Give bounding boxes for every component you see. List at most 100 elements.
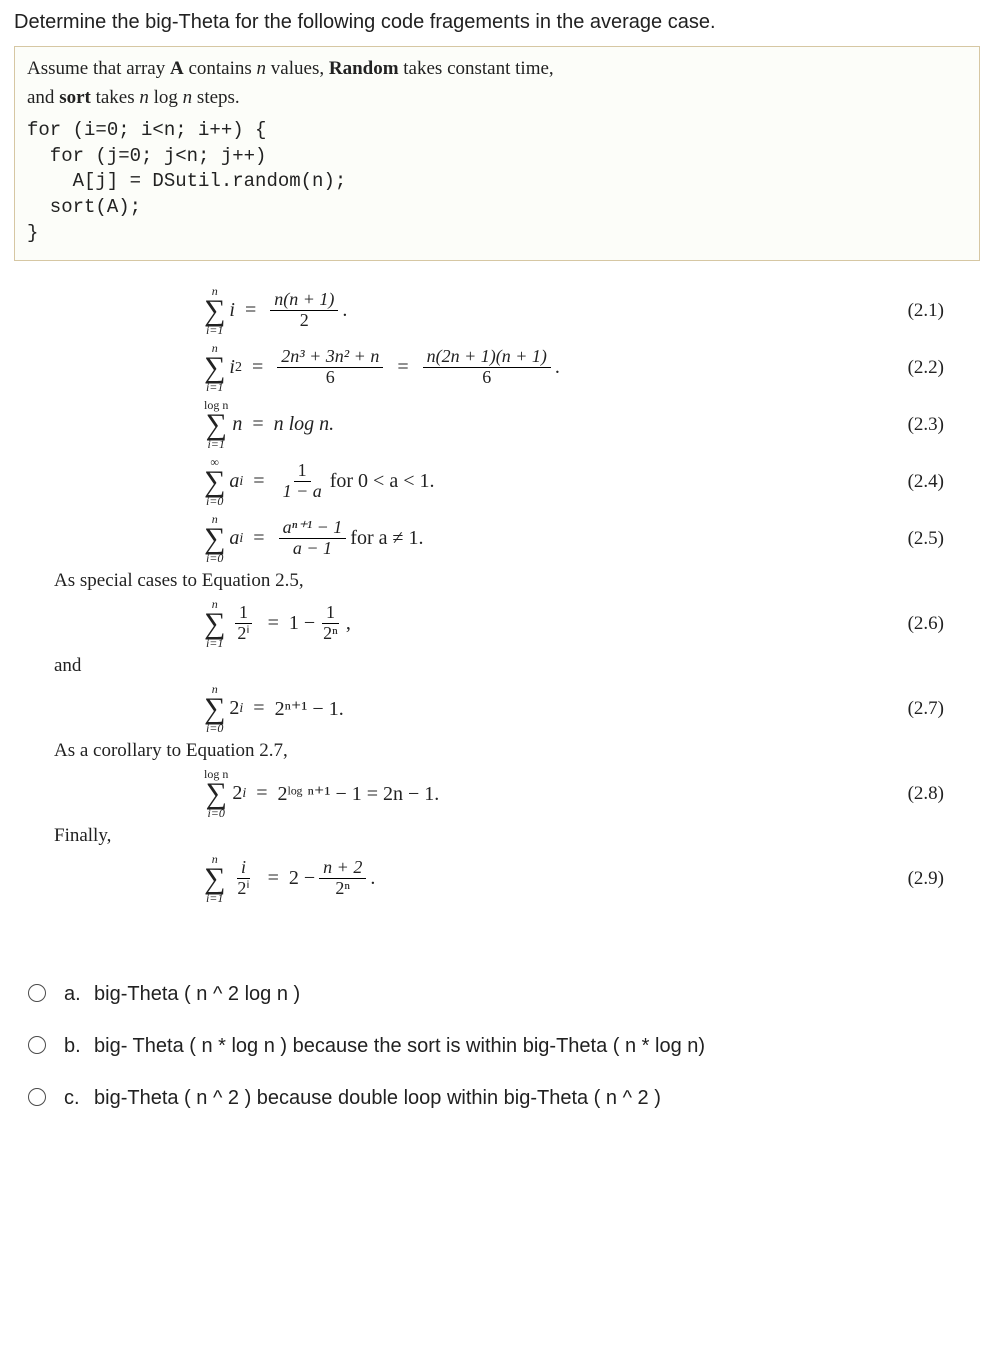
- eq-number: (2.5): [874, 528, 950, 550]
- text: Assume that array: [27, 58, 170, 79]
- term: 2: [232, 782, 242, 805]
- term: n: [232, 413, 242, 436]
- eq-number: (2.1): [874, 300, 950, 322]
- sum-lower: i=0: [206, 495, 223, 507]
- sum-lower: i=1: [206, 637, 223, 649]
- rhs-a: 1 −: [289, 612, 315, 635]
- exp: i: [242, 786, 246, 802]
- exp: 2: [235, 360, 242, 376]
- array-name: A: [170, 58, 184, 79]
- sum-lower: i=1: [206, 324, 223, 336]
- frac-den: 1 − a: [279, 482, 326, 502]
- rhs: 2ⁿ⁺¹ − 1.: [275, 696, 344, 721]
- frac-num: i: [237, 858, 250, 879]
- tail: .: [370, 867, 375, 890]
- between-text: and: [54, 655, 950, 677]
- text: values,: [266, 58, 329, 79]
- radio-icon[interactable]: [28, 984, 46, 1002]
- eq-number: (2.4): [874, 471, 950, 493]
- text: steps.: [192, 87, 240, 108]
- sum-lower: i=0: [206, 552, 223, 564]
- option-text: big-Theta ( n ^ 2 log n ): [94, 980, 300, 1008]
- tail: .: [555, 356, 560, 379]
- eq-number: (2.7): [874, 698, 950, 720]
- term: 2: [229, 697, 239, 720]
- between-text: Finally,: [54, 825, 950, 847]
- frac-den: 2ⁱ: [233, 624, 253, 644]
- option-c[interactable]: c. big-Theta ( n ^ 2 ) because double lo…: [28, 1084, 970, 1112]
- eq-number: (2.3): [874, 414, 950, 436]
- rhs: 2ˡᵒᵍ ⁿ⁺¹ − 1 = 2n − 1.: [278, 781, 440, 806]
- problem-assumptions: Assume that array A contains n values, R…: [27, 55, 967, 112]
- frac-num: 1: [235, 603, 252, 624]
- text: takes: [91, 87, 140, 108]
- equation-row: ∞∑i=0 ai = 11 − a for 0 < a < 1. (2.4): [44, 456, 950, 507]
- between-text: As a corollary to Equation 2.7,: [54, 740, 950, 762]
- equation-row: n∑i=0 ai = aⁿ⁺¹ − 1a − 1 for a ≠ 1. (2.5…: [44, 513, 950, 564]
- text: contains: [184, 58, 257, 79]
- option-b[interactable]: b. big- Theta ( n * log n ) because the …: [28, 1032, 970, 1060]
- eq-number: (2.2): [874, 357, 950, 379]
- tail: ,: [346, 612, 351, 635]
- frac-num: 1: [294, 461, 311, 482]
- eq-number: (2.9): [874, 868, 950, 890]
- exp: i: [239, 701, 243, 717]
- frac-num: n + 2: [319, 858, 366, 879]
- frac-num: n(2n + 1)(n + 1): [423, 347, 551, 368]
- frac-num: 2n³ + 3n² + n: [277, 347, 383, 368]
- rhs: n log n.: [274, 413, 335, 436]
- frac-den: 6: [478, 368, 495, 388]
- term: i: [229, 299, 235, 322]
- frac-den: 2ⁿ: [319, 624, 342, 644]
- option-letter: a.: [64, 980, 94, 1008]
- term: a: [229, 470, 239, 493]
- problem-box: Assume that array A contains n values, R…: [14, 46, 980, 261]
- frac-num: n(n + 1): [270, 290, 338, 311]
- eq-number: (2.6): [874, 613, 950, 635]
- radio-icon[interactable]: [28, 1036, 46, 1054]
- var-n: n: [183, 87, 193, 108]
- option-letter: b.: [64, 1032, 94, 1060]
- sum-lower: i=1: [206, 381, 223, 393]
- equation-row: log n∑i=1 n = n log n. (2.3): [44, 399, 950, 450]
- sum-lower: i=1: [206, 892, 223, 904]
- text: takes constant time,: [399, 58, 554, 79]
- condition: for a ≠ 1.: [350, 527, 423, 550]
- equations-block: n∑i=1 i = n(n + 1)2 . (2.1) n∑i=1 i2 = 2…: [14, 261, 980, 928]
- eq-number: (2.8): [874, 783, 950, 805]
- frac-den: 6: [322, 368, 339, 388]
- var-n: n: [257, 58, 267, 79]
- equation-row: n∑i=1 i2 = 2n³ + 3n² + n6 = n(2n + 1)(n …: [44, 342, 950, 393]
- option-letter: c.: [64, 1084, 94, 1112]
- tail: .: [342, 299, 347, 322]
- option-text: big- Theta ( n * log n ) because the sor…: [94, 1032, 705, 1060]
- equation-row: n∑i=1 12ⁱ = 1 − 12ⁿ , (2.6): [44, 598, 950, 649]
- answer-options: a. big-Theta ( n ^ 2 log n ) b. big- The…: [14, 928, 980, 1146]
- code-block: for (i=0; i<n; i++) { for (j=0; j<n; j++…: [27, 118, 967, 246]
- exp: i: [239, 531, 243, 547]
- term: a: [229, 527, 239, 550]
- frac-den: a − 1: [289, 539, 336, 559]
- equation-row: n∑i=0 2i = 2ⁿ⁺¹ − 1. (2.7): [44, 683, 950, 734]
- frac-den: 2ⁱ: [233, 879, 253, 899]
- sum-lower: i=0: [207, 807, 224, 819]
- sort-kw: sort: [59, 87, 91, 108]
- exp: i: [239, 474, 243, 490]
- option-a[interactable]: a. big-Theta ( n ^ 2 log n ): [28, 980, 970, 1008]
- condition: for 0 < a < 1.: [330, 470, 435, 493]
- radio-icon[interactable]: [28, 1088, 46, 1106]
- equation-row: log n∑i=0 2i = 2ˡᵒᵍ ⁿ⁺¹ − 1 = 2n − 1. (2…: [44, 768, 950, 819]
- sum-lower: i=1: [207, 438, 224, 450]
- text: log: [149, 87, 183, 108]
- equation-row: n∑i=1 i = n(n + 1)2 . (2.1): [44, 285, 950, 336]
- frac-den: 2: [296, 311, 313, 331]
- text: and: [27, 87, 59, 108]
- option-text: big-Theta ( n ^ 2 ) because double loop …: [94, 1084, 661, 1112]
- rhs-a: 2 −: [289, 867, 315, 890]
- sum-lower: i=0: [206, 722, 223, 734]
- between-text: As special cases to Equation 2.5,: [54, 570, 950, 592]
- frac-den: 2ⁿ: [331, 879, 354, 899]
- question-stem: Determine the big-Theta for the followin…: [14, 8, 980, 36]
- frac-num: aⁿ⁺¹ − 1: [279, 518, 347, 539]
- equation-row: n∑i=1 i2ⁱ = 2 − n + 22ⁿ . (2.9): [44, 853, 950, 904]
